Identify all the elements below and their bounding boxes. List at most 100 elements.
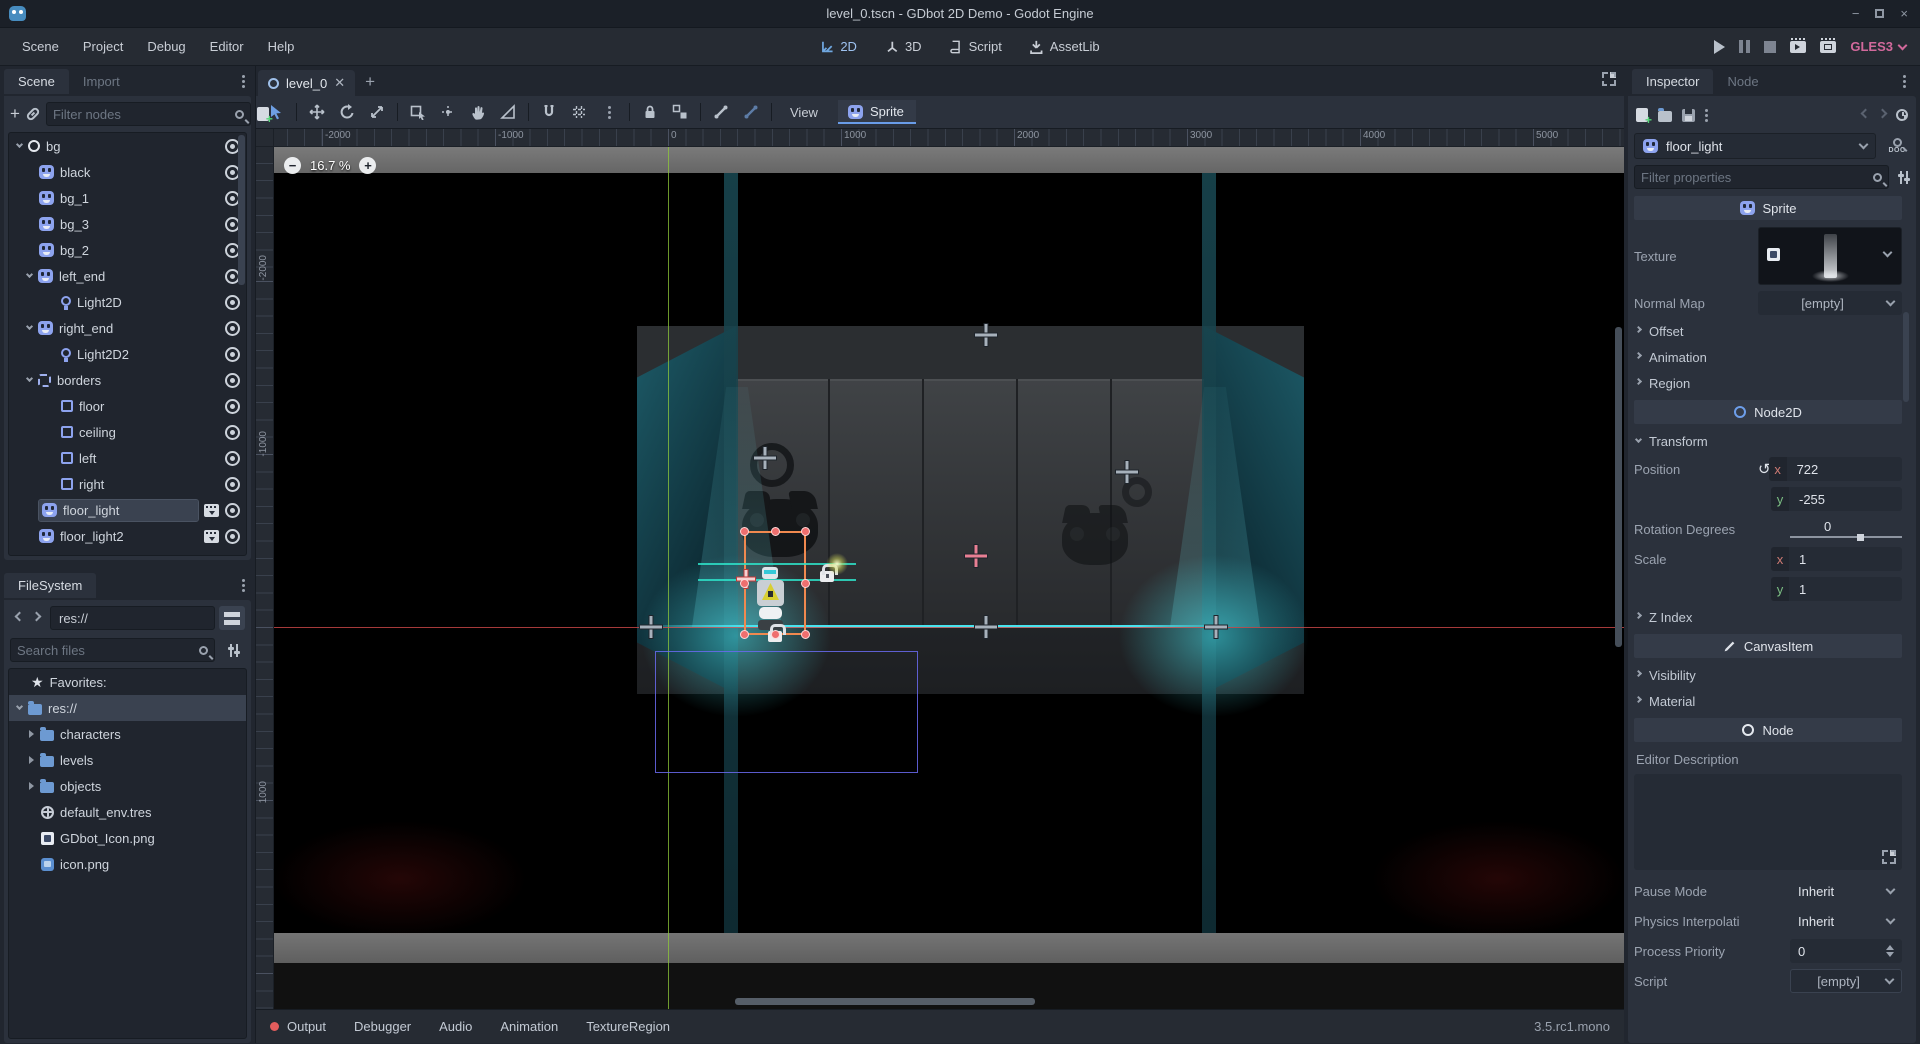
visibility-eye-icon[interactable] (225, 346, 240, 362)
normal-map-value[interactable]: [empty] (1758, 291, 1902, 315)
section-canvasitem[interactable]: CanvasItem (1634, 634, 1902, 658)
tab-textureregion[interactable]: TextureRegion (586, 1019, 670, 1034)
visibility-eye-icon[interactable] (225, 528, 240, 544)
tree-node-bg[interactable]: bg (9, 133, 246, 159)
edited-node-selector[interactable]: floor_light (1634, 133, 1876, 159)
tree-node-borders[interactable]: borders (9, 367, 246, 393)
resource-options-menu[interactable] (1705, 108, 1708, 122)
rotation-slider[interactable]: 0 (1790, 517, 1902, 541)
group-material[interactable]: Material (1634, 688, 1902, 714)
section-node2d[interactable]: Node2D (1634, 400, 1902, 424)
zoom-in-button[interactable]: + (359, 157, 377, 174)
grid-snap-button[interactable] (565, 99, 593, 125)
visibility-eye-icon[interactable] (225, 320, 240, 336)
tree-node-floor_light[interactable]: floor_light (9, 497, 246, 523)
selection-handle[interactable] (770, 527, 780, 536)
viewport-vscrollbar[interactable] (1615, 327, 1622, 647)
zoom-out-button[interactable]: − (284, 157, 301, 174)
film-icon[interactable] (204, 503, 219, 517)
node-gizmo[interactable] (975, 616, 997, 638)
fs-forward-icon[interactable] (31, 611, 42, 622)
slider-knob[interactable] (1857, 534, 1865, 541)
play-button[interactable] (1714, 39, 1726, 54)
node-gizmo[interactable] (975, 324, 997, 346)
list-select-tool-button[interactable] (404, 99, 432, 125)
physics-interpolation-dropdown[interactable]: Inherit (1790, 909, 1902, 933)
expand-icon[interactable] (29, 756, 34, 764)
tab-import[interactable]: Import (69, 69, 134, 94)
tab-debugger[interactable]: Debugger (354, 1019, 411, 1034)
snap-options-menu[interactable] (595, 99, 623, 125)
minimize-button[interactable]: − (1852, 6, 1860, 21)
ruler-tool-button[interactable] (494, 99, 522, 125)
workspace-2d-button[interactable]: 2D (810, 34, 867, 59)
tree-node-bg_3[interactable]: bg_3 (9, 211, 246, 237)
tab-inspector[interactable]: Inspector (1632, 68, 1714, 94)
open-docs-button[interactable]: DOC (1884, 138, 1910, 154)
pivot-tool-button[interactable] (434, 99, 462, 125)
lock-object-button[interactable] (636, 99, 664, 125)
selection-handle[interactable] (740, 630, 749, 639)
viewport-hscrollbar[interactable] (735, 998, 1035, 1005)
group-region[interactable]: Region (1634, 370, 1902, 396)
visibility-eye-icon[interactable] (225, 476, 240, 492)
film-icon[interactable] (204, 529, 219, 543)
scene-render[interactable]: − 16.7 % + (274, 147, 1624, 1009)
tree-node-left[interactable]: left (9, 445, 246, 471)
pause-mode-dropdown[interactable]: Inherit (1790, 879, 1902, 903)
instance-scene-button[interactable] (25, 103, 41, 125)
tree-node-black[interactable]: black (9, 159, 246, 185)
smart-snap-button[interactable] (535, 99, 563, 125)
fs-back-icon[interactable] (14, 611, 25, 622)
tree-node-right[interactable]: right (9, 471, 246, 497)
filter-properties-input[interactable] (1641, 169, 1867, 185)
stop-button[interactable] (1764, 40, 1777, 53)
search-files-box[interactable] (10, 638, 215, 662)
search-files-input[interactable] (17, 642, 193, 658)
close-button[interactable]: × (1900, 6, 1908, 21)
zoom-level[interactable]: 16.7 % (310, 158, 350, 173)
collapse-icon[interactable] (25, 322, 34, 331)
node-gizmo[interactable] (754, 447, 776, 469)
fs-objects[interactable]: objects (9, 773, 246, 799)
dock-menu-icon[interactable] (236, 578, 251, 592)
group-object-button[interactable] (666, 99, 694, 125)
fs-default-env[interactable]: default_env.tres (9, 799, 246, 825)
node-gizmo[interactable] (1205, 616, 1227, 638)
collapse-icon[interactable] (25, 374, 34, 383)
selection-handle[interactable] (740, 578, 749, 588)
save-resource-button[interactable] (1682, 108, 1695, 122)
history-back-icon[interactable] (1860, 108, 1871, 119)
texture-preview[interactable] (1758, 227, 1902, 285)
tree-node-bg_2[interactable]: bg_2 (9, 237, 246, 263)
history-icon[interactable] (1896, 109, 1908, 121)
sprite-menu-button[interactable]: Sprite (837, 100, 916, 124)
selection-handle[interactable] (801, 578, 810, 588)
tree-node-ceiling[interactable]: ceiling (9, 419, 246, 445)
new-resource-button[interactable] (1636, 108, 1652, 127)
collapse-icon[interactable] (25, 270, 34, 279)
group-offset[interactable]: Offset (1634, 318, 1902, 344)
chevron-down-icon[interactable] (1882, 247, 1893, 258)
fs-gdbot-icon-png[interactable]: GDbot_Icon.png (9, 825, 246, 851)
scale-x-field[interactable]: x 1 (1771, 547, 1902, 571)
position-x-field[interactable]: x 722 (1768, 457, 1902, 481)
visibility-eye-icon[interactable] (225, 450, 240, 466)
scene-tree-scrollbar[interactable] (238, 135, 245, 285)
menu-scene[interactable]: Scene (10, 33, 71, 60)
move-tool-button[interactable] (303, 99, 331, 125)
new-scene-tab-button[interactable]: + (355, 68, 385, 96)
expand-icon[interactable] (29, 782, 34, 790)
filter-nodes-input[interactable] (52, 106, 229, 122)
menu-editor[interactable]: Editor (198, 33, 256, 60)
node-gizmo-pink[interactable] (965, 545, 987, 567)
script-dropdown[interactable]: [empty] (1790, 969, 1902, 993)
process-priority-field[interactable]: 0 (1790, 939, 1902, 963)
tree-node-floor[interactable]: floor (9, 393, 246, 419)
close-tab-icon[interactable]: ✕ (334, 75, 345, 91)
group-animation[interactable]: Animation (1634, 344, 1902, 370)
skeleton-options-button[interactable] (707, 99, 735, 125)
history-forward-icon[interactable] (1877, 108, 1888, 119)
section-node[interactable]: Node (1634, 718, 1902, 742)
tab-output[interactable]: Output (270, 1019, 326, 1034)
